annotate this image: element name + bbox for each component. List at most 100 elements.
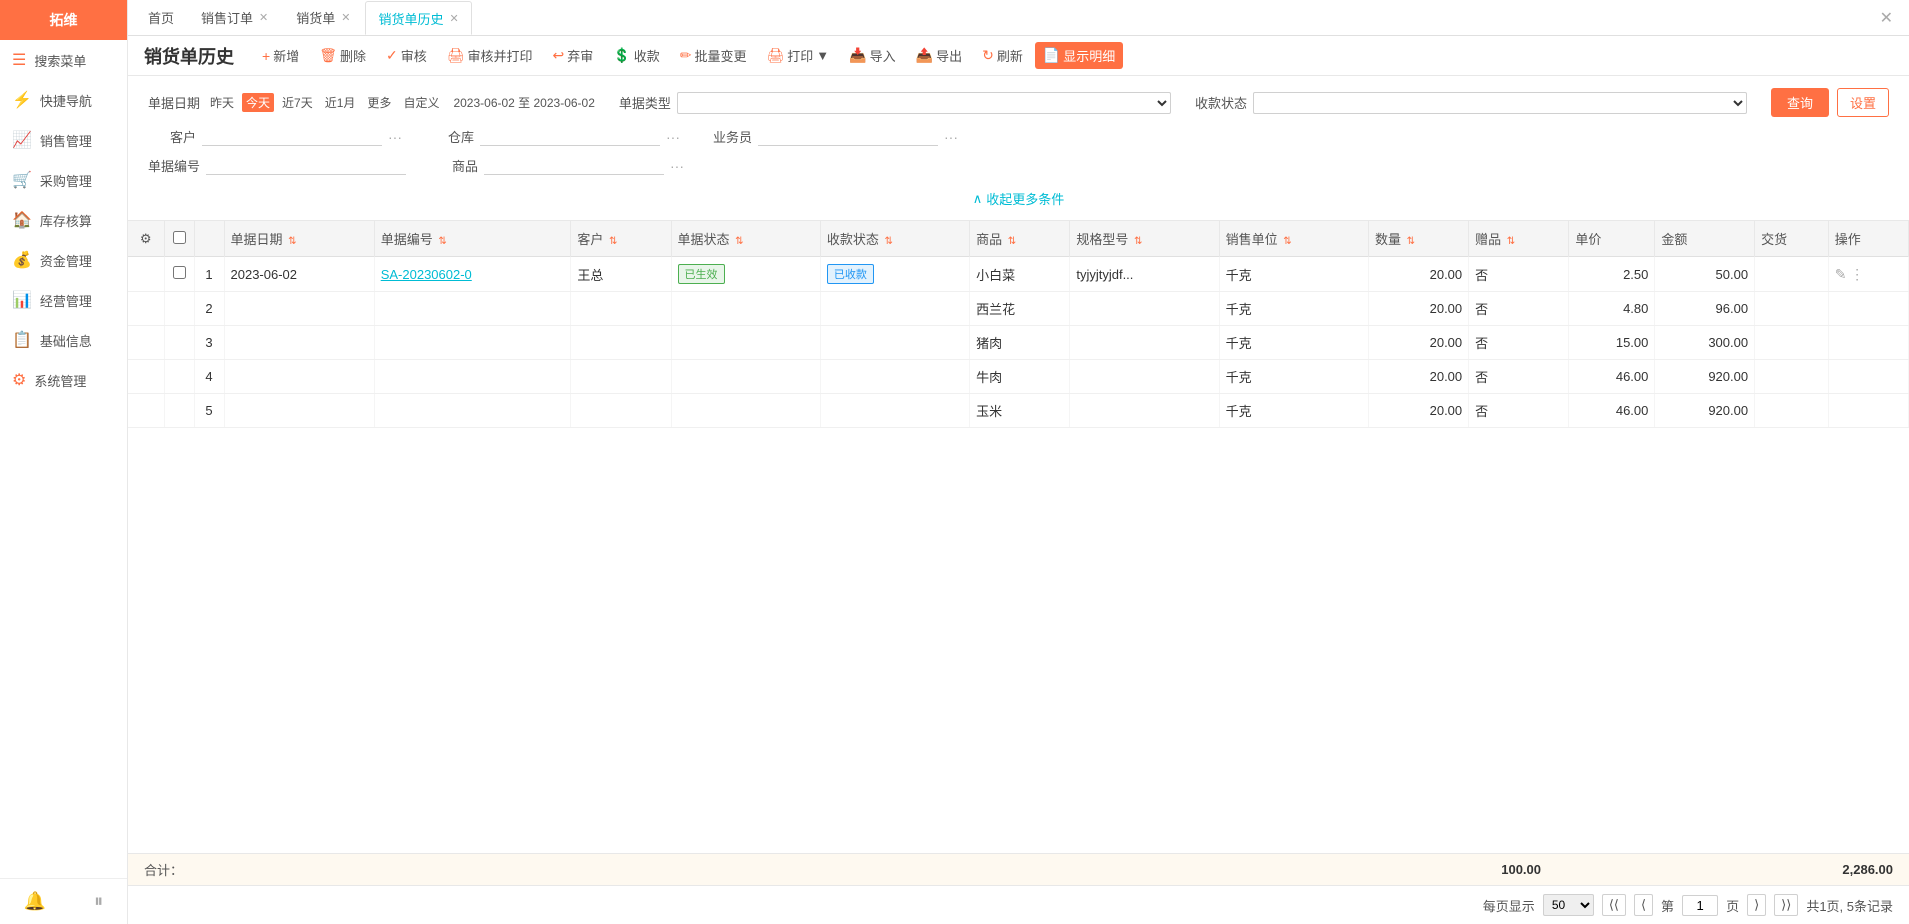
row-payment-status: [820, 292, 969, 326]
tab-sales-order-label: 销售订单: [201, 8, 253, 27]
tab-sales-history[interactable]: 销货单历史 ✕: [365, 1, 471, 35]
audit-print-button[interactable]: 🖨 审核并打印: [439, 42, 541, 69]
col-doc-number[interactable]: 单据编号 ⇅: [374, 221, 571, 257]
row-check[interactable]: [164, 394, 194, 428]
row-gear: [128, 292, 164, 326]
sidebar-item-ops-mgmt[interactable]: 📊 经营管理: [0, 280, 127, 320]
delete-button[interactable]: 🗑 删除: [311, 42, 374, 69]
goods-input[interactable]: [484, 156, 664, 175]
next-page-button[interactable]: ⟩: [1747, 894, 1766, 916]
date-range: 2023-06-02 至 2023-06-02: [453, 94, 594, 111]
refresh-button[interactable]: ↻ 刷新: [974, 42, 1031, 69]
col-goods[interactable]: 商品 ⇅: [970, 221, 1070, 257]
sidebar-item-inventory[interactable]: 🏠 库存核算: [0, 200, 127, 240]
per-page-select[interactable]: 50 20 100: [1543, 894, 1594, 916]
row-check[interactable]: [164, 360, 194, 394]
first-page-button[interactable]: ⟨⟨: [1602, 894, 1626, 916]
row-check[interactable]: [164, 257, 194, 292]
collect-button[interactable]: 💲 收款: [605, 42, 667, 69]
export-button[interactable]: 📤 导出: [908, 42, 970, 69]
notification-icon[interactable]: 🔔: [20, 887, 50, 916]
payment-status-select[interactable]: [1253, 92, 1747, 114]
row-transaction: [1755, 360, 1829, 394]
sort-gift-icon: ⇅: [1507, 236, 1515, 247]
col-doc-date[interactable]: 单据日期 ⇅: [224, 221, 374, 257]
row-amount: 920.00: [1655, 394, 1755, 428]
col-gear[interactable]: ⚙: [128, 221, 164, 257]
col-sales-unit[interactable]: 销售单位 ⇅: [1219, 221, 1368, 257]
row-amount: 300.00: [1655, 326, 1755, 360]
import-button[interactable]: 📥 导入: [841, 42, 903, 69]
setting-button[interactable]: 设置: [1837, 88, 1889, 117]
row-action: [1828, 394, 1908, 428]
sidebar-item-purchase-mgmt[interactable]: 🛒 采购管理: [0, 160, 127, 200]
goods-ellipsis[interactable]: ···: [670, 158, 684, 174]
more-icon[interactable]: ⋮: [1850, 266, 1864, 282]
row-doc-number[interactable]: SA-20230602-0: [374, 257, 571, 292]
tab-home[interactable]: 首页: [136, 1, 186, 35]
col-gift[interactable]: 赠品 ⇅: [1469, 221, 1569, 257]
sort-spec-icon: ⇅: [1134, 236, 1142, 247]
row-doc-number[interactable]: [374, 394, 571, 428]
collapse-button[interactable]: ∧ 收起更多条件: [148, 185, 1889, 208]
sidebar-item-sys-mgmt[interactable]: ⚙ 系统管理: [0, 360, 127, 400]
doc-number-input[interactable]: [206, 156, 406, 175]
tab-sales-delivery[interactable]: 销货单 ✕: [283, 1, 363, 35]
shortcut-last1month[interactable]: 近1月: [321, 93, 360, 112]
query-button[interactable]: 查询: [1771, 88, 1829, 117]
select-all-checkbox[interactable]: [173, 231, 186, 244]
shortcut-last7days[interactable]: 近7天: [278, 93, 317, 112]
col-customer[interactable]: 客户 ⇅: [571, 221, 671, 257]
goods-label: 商品: [430, 156, 478, 175]
doc-type-select[interactable]: [677, 92, 1171, 114]
window-close-icon[interactable]: ✕: [1872, 8, 1901, 28]
warehouse-input[interactable]: [480, 127, 660, 146]
print-button[interactable]: 🖨 打印 ▼: [759, 42, 838, 69]
customer-input[interactable]: [202, 127, 382, 146]
col-spec[interactable]: 规格型号 ⇅: [1070, 221, 1219, 257]
sidebar-item-finance-mgmt[interactable]: 💰 资金管理: [0, 240, 127, 280]
prev-page-button[interactable]: ⟨: [1634, 894, 1653, 916]
tab-sales-order[interactable]: 销售订单 ✕: [188, 1, 281, 35]
shortcut-yesterday[interactable]: 昨天: [206, 93, 238, 112]
page-number-input[interactable]: [1682, 895, 1718, 916]
finance-mgmt-icon: 💰: [12, 250, 32, 270]
row-goods: 牛肉: [970, 360, 1070, 394]
shortcut-today[interactable]: 今天: [242, 93, 274, 112]
tab-sales-history-close[interactable]: ✕: [450, 12, 459, 25]
row-check[interactable]: [164, 292, 194, 326]
sidebar-item-search-menu[interactable]: ☰ 搜索菜单: [0, 40, 127, 80]
quick-nav-icon: ⚡: [12, 90, 32, 110]
salesperson-ellipsis[interactable]: ···: [944, 129, 958, 145]
tab-sales-delivery-close[interactable]: ✕: [341, 11, 350, 24]
abandon-button[interactable]: ↩ 弃审: [545, 42, 602, 69]
row-doc-number[interactable]: [374, 326, 571, 360]
show-detail-button[interactable]: 📄 显示明细: [1035, 42, 1123, 69]
salesperson-input[interactable]: [758, 127, 938, 146]
row-spec: [1070, 292, 1219, 326]
footer-amount-total: 2,286.00: [1773, 862, 1893, 877]
last-page-button[interactable]: ⟩⟩: [1774, 894, 1798, 916]
row-check[interactable]: [164, 326, 194, 360]
row-doc-number[interactable]: [374, 360, 571, 394]
batch-change-button[interactable]: ✏ 批量变更: [672, 42, 755, 69]
sidebar-item-base-info[interactable]: 📋 基础信息: [0, 320, 127, 360]
col-payment-status[interactable]: 收款状态 ⇅: [820, 221, 969, 257]
edit-icon[interactable]: ✎: [1835, 266, 1847, 282]
row-customer: 王总: [571, 257, 671, 292]
pause-icon[interactable]: ⏸: [90, 887, 107, 916]
row-doc-number[interactable]: [374, 292, 571, 326]
audit-button[interactable]: ✓ 审核: [378, 42, 435, 69]
tab-sales-order-close[interactable]: ✕: [259, 11, 268, 24]
col-action: 操作: [1828, 221, 1908, 257]
col-quantity[interactable]: 数量 ⇅: [1368, 221, 1468, 257]
sidebar-item-sales-mgmt[interactable]: 📈 销售管理: [0, 120, 127, 160]
row-doc-status: [671, 326, 820, 360]
warehouse-ellipsis[interactable]: ···: [666, 129, 680, 145]
col-doc-status[interactable]: 单据状态 ⇅: [671, 221, 820, 257]
sidebar-item-quick-nav[interactable]: ⚡ 快捷导航: [0, 80, 127, 120]
customer-ellipsis[interactable]: ···: [388, 129, 402, 145]
add-button[interactable]: + 新增: [254, 42, 307, 69]
shortcut-custom[interactable]: 自定义: [399, 93, 443, 112]
shortcut-more[interactable]: 更多: [363, 93, 395, 112]
